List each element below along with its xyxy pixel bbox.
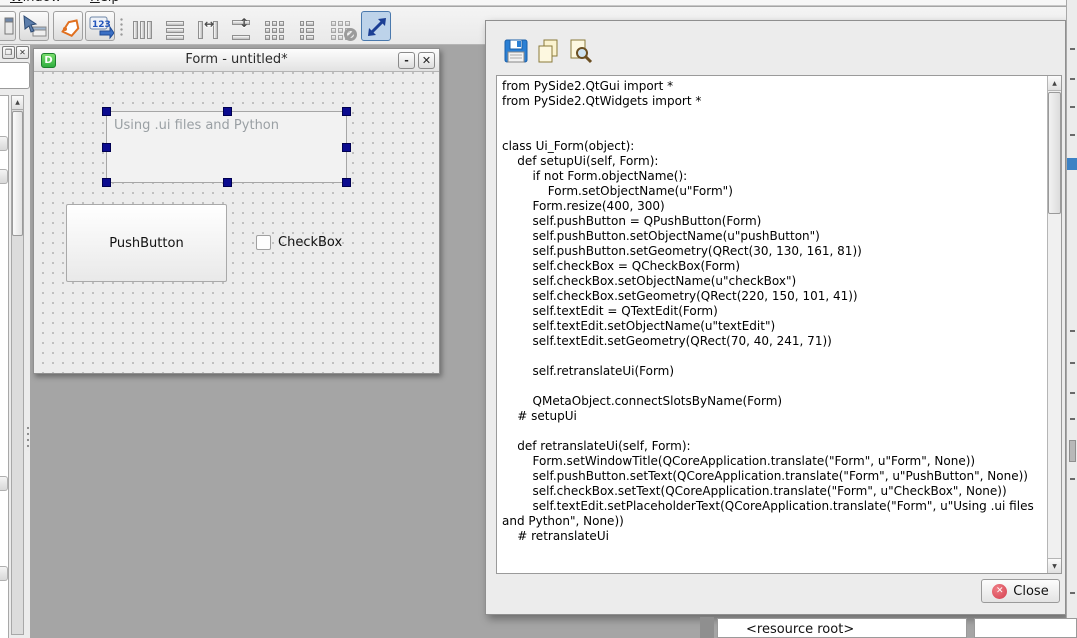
form-window-title: Form - untitled*	[34, 52, 439, 67]
qt-designer-screen: Window Help 123 ↔ ↕	[0, 0, 1077, 638]
widget-category-stub[interactable]	[0, 476, 8, 491]
layout-grid-icon[interactable]	[261, 11, 291, 41]
form-window-titlebar[interactable]: D Form - untitled* - ✕	[34, 49, 439, 72]
minimize-button[interactable]: -	[398, 52, 415, 69]
close-button-icon: ✕	[992, 584, 1007, 599]
code-scrollbar[interactable]: ▲ ▼	[1047, 76, 1061, 573]
layout-form-icon[interactable]	[294, 11, 324, 41]
widget-category-stub[interactable]	[0, 169, 8, 184]
dock-splitter-handle[interactable]	[27, 425, 29, 451]
find-icon[interactable]	[567, 38, 593, 64]
generated-code[interactable]: from PySide2.QtGui import * from PySide2…	[497, 76, 1047, 573]
layout-vertically-icon[interactable]	[162, 11, 192, 41]
close-button[interactable]: ✕ Close	[981, 579, 1060, 603]
selection-handle-top-right[interactable]	[342, 107, 351, 116]
break-layout-icon[interactable]	[327, 11, 357, 41]
layout-horizontally-icon[interactable]	[129, 11, 159, 41]
edit-widgets-icon[interactable]	[0, 11, 16, 41]
edit-buddies-icon[interactable]	[53, 11, 83, 41]
menu-window[interactable]: Window	[10, 0, 61, 5]
scroll-up-icon[interactable]: ▲	[12, 96, 23, 110]
menu-help[interactable]: Help	[90, 0, 120, 5]
dock-close-icon[interactable]: ✕	[16, 46, 29, 59]
selection-handle-mid-right[interactable]	[342, 143, 351, 152]
textedit-widget[interactable]: Using .ui files and Python	[106, 111, 347, 183]
code-text-area[interactable]: from PySide2.QtGui import * from PySide2…	[496, 75, 1062, 574]
layout-horizontally-splitter-icon[interactable]: ↔	[195, 11, 225, 41]
selection-handle-bottom-center[interactable]	[223, 178, 232, 187]
scroll-thumb[interactable]	[1048, 92, 1061, 214]
form-canvas[interactable]: Using .ui files and Python PushButton Ch…	[34, 72, 439, 373]
edit-signals-slots-icon[interactable]	[19, 11, 49, 41]
checkbox-indicator[interactable]	[256, 235, 271, 250]
resource-tree[interactable]: <resource root>	[717, 618, 967, 638]
edit-tab-order-icon[interactable]: 123	[85, 11, 115, 41]
adjust-size-icon[interactable]	[361, 11, 391, 41]
scroll-up-icon[interactable]: ▲	[1048, 76, 1061, 91]
code-preview-dialog: from PySide2.QtGui import * from PySide2…	[485, 20, 1066, 615]
checkbox-widget[interactable]: CheckBox	[256, 235, 342, 250]
layout-vertically-splitter-icon[interactable]: ↕	[228, 11, 258, 41]
tab-order-123-glyph: 123	[92, 20, 111, 30]
save-icon[interactable]	[503, 38, 529, 64]
form-editor-window: D Form - untitled* - ✕ Using .ui files a…	[33, 48, 440, 374]
selection-handle-top-left[interactable]	[102, 107, 111, 116]
resource-root-label: <resource root>	[746, 622, 854, 637]
checkbox-label: CheckBox	[278, 235, 342, 250]
selection-handle-mid-left[interactable]	[102, 143, 111, 152]
menu-bar: Window Help	[0, 0, 1077, 6]
pushbutton-widget[interactable]: PushButton	[66, 204, 227, 282]
close-window-button[interactable]: ✕	[418, 52, 435, 69]
widget-box-list[interactable]	[0, 95, 9, 638]
scroll-down-icon[interactable]: ▼	[1048, 558, 1061, 573]
right-dock-sliver	[1066, 0, 1077, 638]
widget-filter-input[interactable]	[0, 62, 30, 89]
resource-panel-corner	[700, 617, 714, 638]
selected-row-sliver	[1067, 158, 1077, 170]
widget-category-stub[interactable]	[0, 566, 8, 581]
textedit-placeholder: Using .ui files and Python	[114, 118, 279, 133]
widget-category-stub[interactable]	[0, 136, 8, 151]
scroll-thumb[interactable]	[12, 111, 23, 236]
widget-box-dock: ❐ ✕ ▲	[0, 45, 30, 638]
toolbar-separator	[120, 17, 123, 37]
close-button-label: Close	[1013, 584, 1048, 599]
selection-handle-bottom-right[interactable]	[342, 178, 351, 187]
selection-handle-bottom-left[interactable]	[102, 178, 111, 187]
dock-float-icon[interactable]: ❐	[2, 46, 15, 59]
resource-preview-pane	[974, 618, 1077, 638]
copy-icon[interactable]	[535, 38, 561, 64]
widget-box-scrollbar[interactable]: ▲	[11, 95, 24, 635]
selection-handle-top-center[interactable]	[223, 107, 232, 116]
